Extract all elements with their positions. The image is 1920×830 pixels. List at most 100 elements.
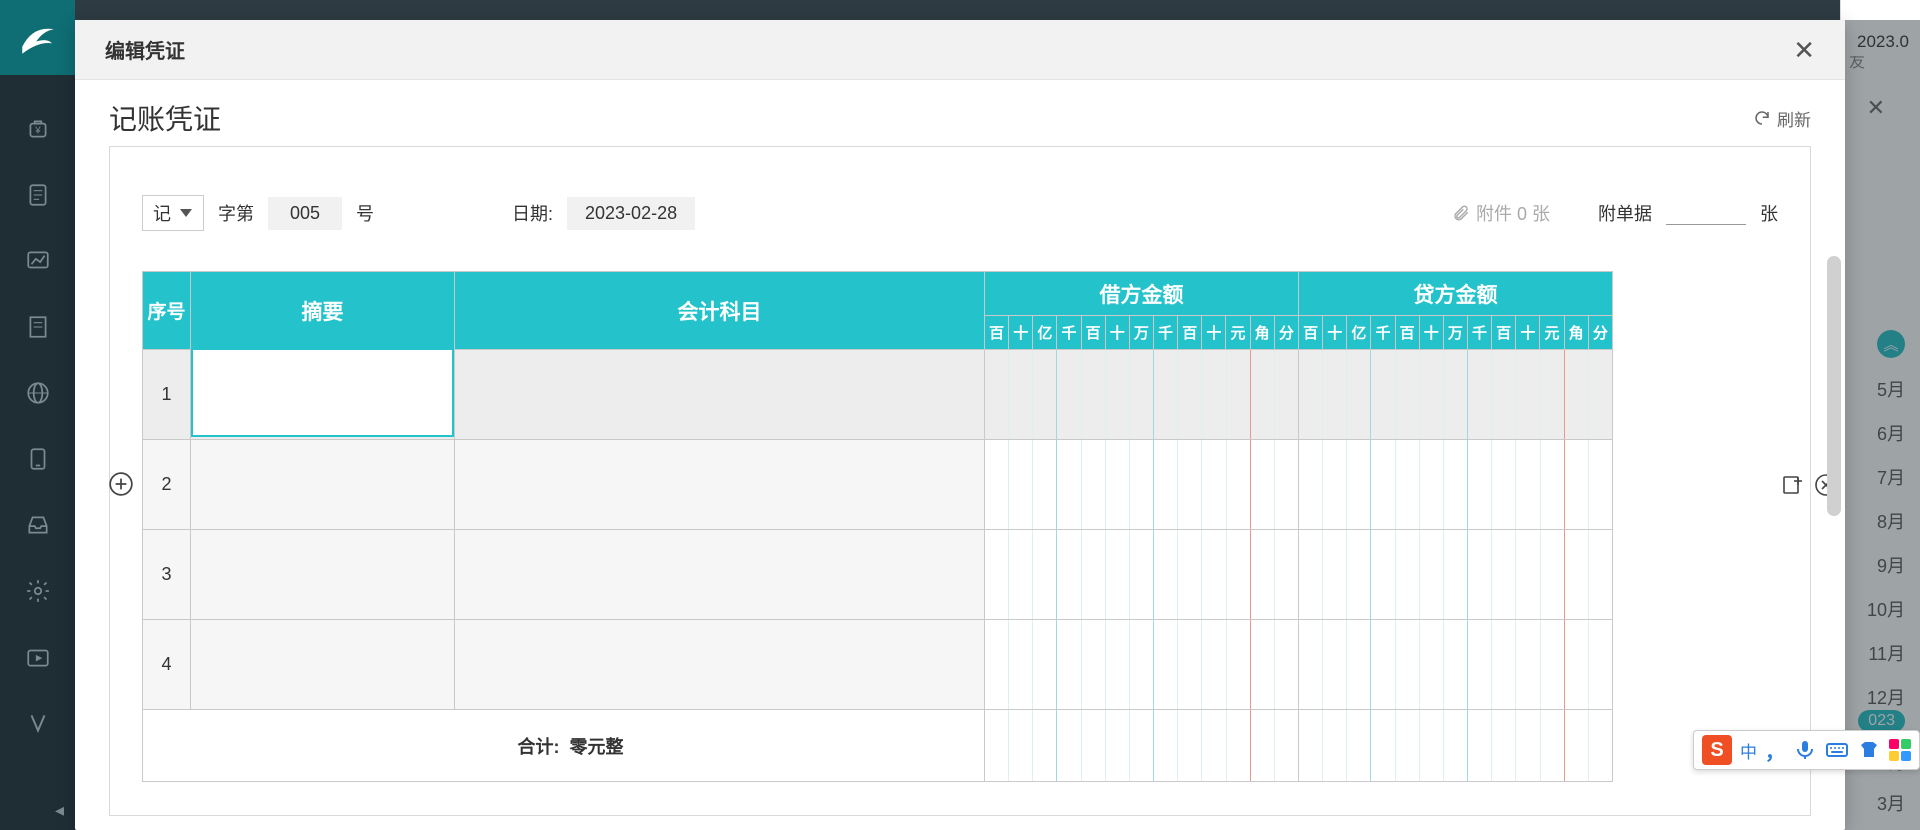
digit-header: 百 bbox=[1299, 316, 1323, 350]
nav-icon-receipt[interactable] bbox=[24, 313, 52, 341]
sidebar-items: ¥ bbox=[0, 75, 75, 737]
skin-icon[interactable] bbox=[1857, 738, 1881, 762]
total-cell: 合计: 零元整 bbox=[143, 710, 985, 782]
digit-header: 千 bbox=[1467, 316, 1491, 350]
summary-cell[interactable] bbox=[191, 620, 455, 710]
nav-icon-gear[interactable] bbox=[24, 577, 52, 605]
refresh-button[interactable]: 刷新 bbox=[1753, 106, 1811, 131]
modal-header: 编辑凭证 ✕ bbox=[75, 20, 1845, 80]
subject-cell[interactable] bbox=[455, 530, 985, 620]
digit-header: 亿 bbox=[1033, 316, 1057, 350]
col-summary: 摘要 bbox=[191, 272, 455, 350]
bill-count-input[interactable] bbox=[1666, 202, 1746, 225]
sogou-logo-icon: S bbox=[1702, 735, 1732, 765]
voucher-number-input[interactable]: 005 bbox=[268, 197, 342, 230]
suffix-label: 号 bbox=[356, 200, 374, 226]
credit-cell[interactable] bbox=[1299, 440, 1613, 530]
credit-cell[interactable] bbox=[1299, 350, 1613, 440]
digit-header: 百 bbox=[985, 316, 1009, 350]
nav-icon-globe[interactable] bbox=[24, 379, 52, 407]
digit-header: 千 bbox=[1153, 316, 1177, 350]
refresh-icon bbox=[1753, 109, 1771, 127]
summary-input[interactable] bbox=[191, 348, 454, 437]
date-input[interactable]: 2023-02-28 bbox=[567, 197, 695, 230]
digit-header: 十 bbox=[1516, 316, 1540, 350]
digit-header: 百 bbox=[1178, 316, 1202, 350]
modal-body: 记账凭证 刷新 记 字第 005 号 日期: 2023-02-28 bbox=[75, 80, 1845, 830]
voucher-meta: 记 字第 005 号 日期: 2023-02-28 附件 0 张 附单据 张 bbox=[142, 195, 1778, 231]
top-bar bbox=[75, 0, 1920, 20]
chevron-down-icon bbox=[179, 208, 193, 218]
insert-row-button[interactable] bbox=[1780, 473, 1804, 502]
digit-header: 百 bbox=[1395, 316, 1419, 350]
col-credit: 贷方金额 bbox=[1299, 272, 1613, 316]
doc-title: 记账凭证 bbox=[109, 98, 221, 138]
total-label: 合计: bbox=[517, 737, 559, 757]
debit-cell[interactable] bbox=[985, 350, 1299, 440]
nav-icon-video[interactable] bbox=[24, 643, 52, 671]
digit-header: 元 bbox=[1226, 316, 1250, 350]
nav-icon-doc[interactable] bbox=[24, 181, 52, 209]
date-label: 日期: bbox=[512, 200, 553, 226]
sidebar-collapse-icon[interactable]: ◂ bbox=[55, 800, 75, 820]
keyboard-icon[interactable] bbox=[1825, 738, 1849, 762]
row-index: 4 bbox=[143, 620, 191, 710]
voucher-type-select[interactable]: 记 bbox=[142, 195, 204, 231]
summary-cell[interactable] bbox=[191, 440, 455, 530]
digit-header: 十 bbox=[1009, 316, 1033, 350]
app-logo[interactable] bbox=[0, 0, 75, 75]
total-words: 零元整 bbox=[570, 737, 624, 757]
credit-cell[interactable] bbox=[1299, 620, 1613, 710]
col-index: 序号 bbox=[143, 272, 191, 350]
row-index: 1 bbox=[143, 350, 191, 440]
subject-cell[interactable] bbox=[455, 620, 985, 710]
digit-header: 万 bbox=[1443, 316, 1467, 350]
summary-cell[interactable] bbox=[191, 350, 455, 440]
ime-punct[interactable]: ， bbox=[1765, 736, 1785, 765]
digit-header: 分 bbox=[1274, 316, 1298, 350]
attachment-label: 附件 0 张 bbox=[1476, 200, 1550, 226]
nav-icon-tablet[interactable] bbox=[24, 445, 52, 473]
edit-voucher-modal: 编辑凭证 ✕ 记账凭证 刷新 记 字第 005 号 日期: 2023-02- bbox=[75, 20, 1845, 830]
col-subject: 会计科目 bbox=[455, 272, 985, 350]
digit-header: 分 bbox=[1588, 316, 1612, 350]
col-debit: 借方金额 bbox=[985, 272, 1299, 316]
add-row-button[interactable] bbox=[108, 471, 134, 497]
bill-label: 附单据 bbox=[1598, 200, 1652, 226]
nav-icon-inbox[interactable] bbox=[24, 511, 52, 539]
digit-header: 万 bbox=[1129, 316, 1153, 350]
bill-unit: 张 bbox=[1760, 200, 1778, 226]
prefix-label: 字第 bbox=[218, 200, 254, 226]
voucher-table: 序号 摘要 会计科目 借方金额 贷方金额 百十亿千百十万千百十元角分百十亿千百十… bbox=[142, 271, 1613, 782]
debit-cell[interactable] bbox=[985, 530, 1299, 620]
subject-cell[interactable] bbox=[455, 440, 985, 530]
modal-title: 编辑凭证 bbox=[105, 35, 185, 64]
debit-cell[interactable] bbox=[985, 620, 1299, 710]
row-index: 2 bbox=[143, 440, 191, 530]
ime-lang[interactable]: 中 bbox=[1740, 738, 1757, 763]
toolbox-icon[interactable] bbox=[1889, 739, 1911, 761]
voucher-type-value: 记 bbox=[153, 200, 171, 226]
digit-header: 百 bbox=[1492, 316, 1516, 350]
debit-cell[interactable] bbox=[985, 440, 1299, 530]
digit-header: 角 bbox=[1250, 316, 1274, 350]
nav-icon-v[interactable] bbox=[24, 709, 52, 737]
insert-icon bbox=[1780, 473, 1804, 497]
summary-cell[interactable] bbox=[191, 530, 455, 620]
mic-icon[interactable] bbox=[1793, 738, 1817, 762]
subject-cell[interactable] bbox=[455, 350, 985, 440]
nav-icon-box[interactable]: ¥ bbox=[24, 115, 52, 143]
digit-header: 十 bbox=[1105, 316, 1129, 350]
scrollbar[interactable] bbox=[1827, 256, 1841, 516]
voucher-table-wrap: 序号 摘要 会计科目 借方金额 贷方金额 百十亿千百十万千百十元角分百十亿千百十… bbox=[142, 271, 1778, 782]
credit-cell[interactable] bbox=[1299, 530, 1613, 620]
digit-header: 百 bbox=[1081, 316, 1105, 350]
digit-header: 十 bbox=[1419, 316, 1443, 350]
nav-icon-chart[interactable] bbox=[24, 247, 52, 275]
plus-circle-icon bbox=[108, 471, 134, 497]
ime-toolbar[interactable]: S 中 ， bbox=[1693, 730, 1920, 770]
close-icon[interactable]: ✕ bbox=[1793, 37, 1815, 63]
digit-header: 亿 bbox=[1347, 316, 1371, 350]
attachment-button[interactable]: 附件 0 张 bbox=[1452, 200, 1550, 226]
sidebar: ¥ ◂ bbox=[0, 0, 75, 830]
